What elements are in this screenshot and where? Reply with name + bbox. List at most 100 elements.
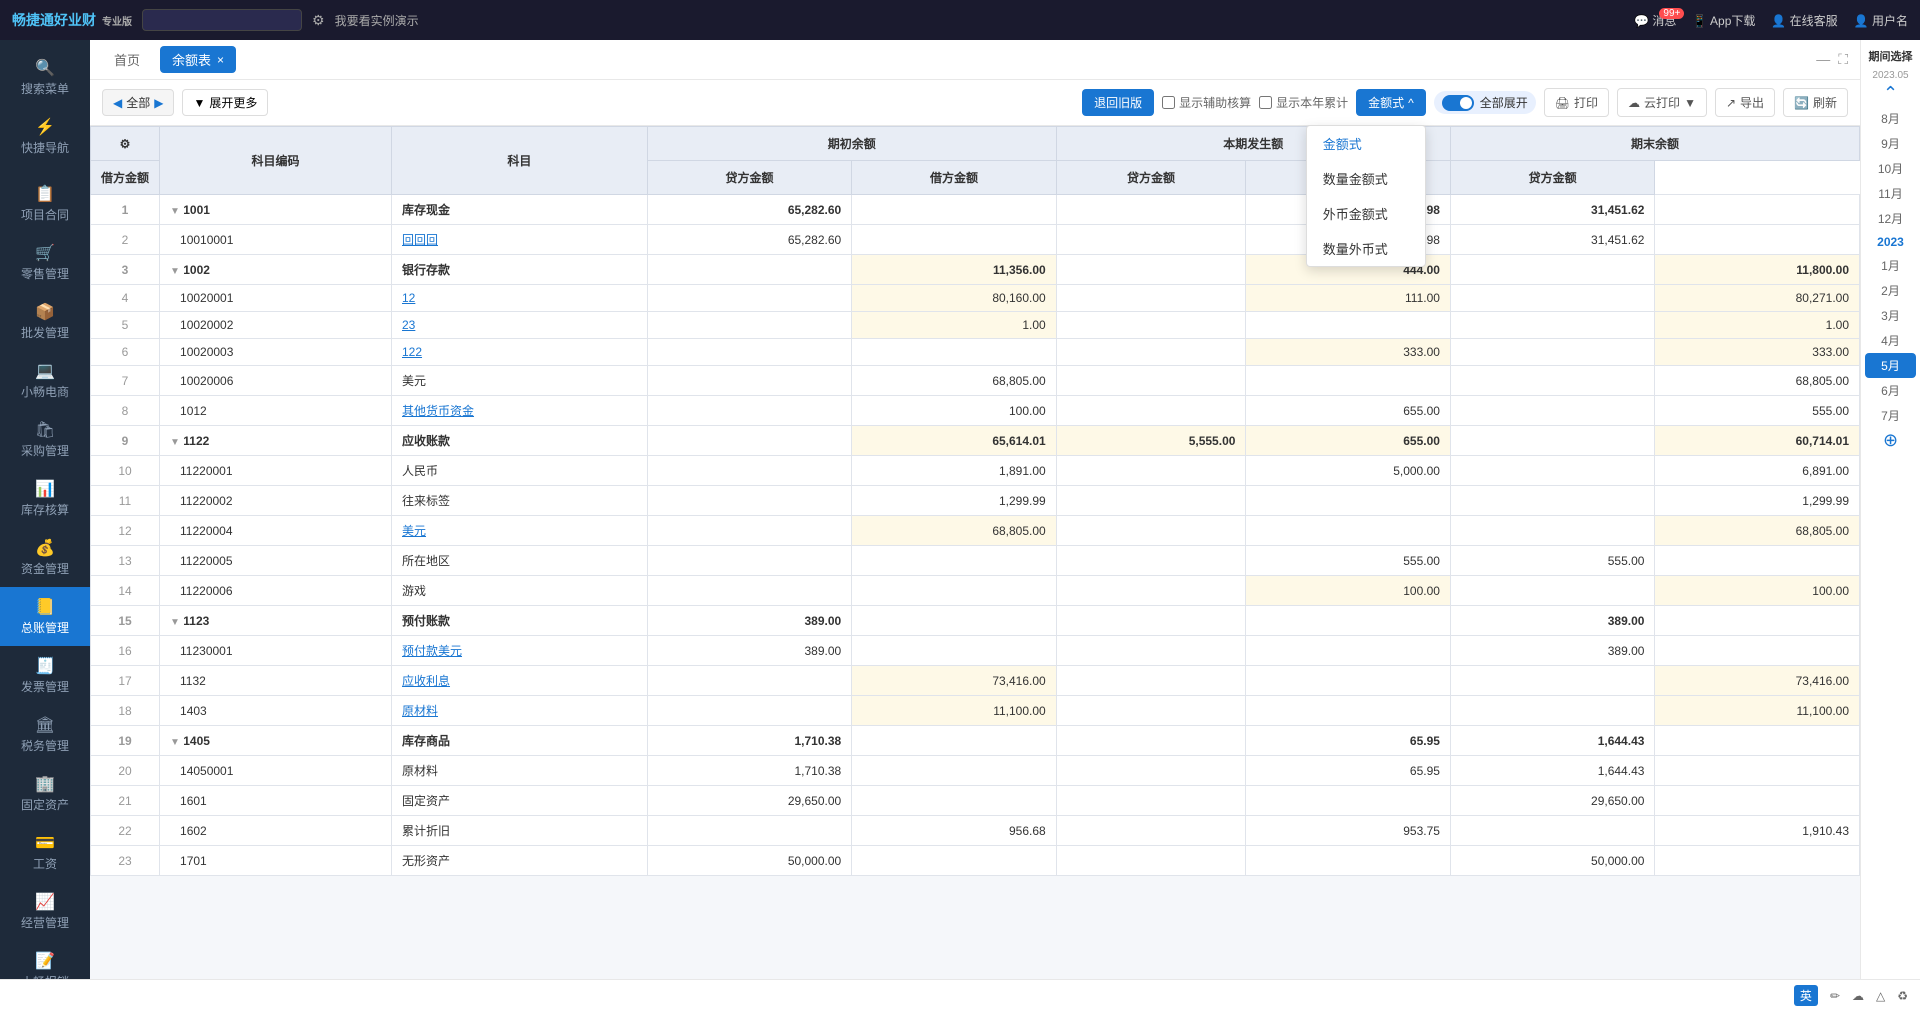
period-month-item[interactable]: 8月 — [1865, 106, 1916, 131]
toggle-switch[interactable] — [1442, 95, 1474, 111]
cell-name[interactable]: 预付款美元 — [392, 636, 648, 666]
cell-row-number: 13 — [91, 546, 160, 576]
account-link[interactable]: 23 — [402, 318, 415, 332]
table-settings-icon[interactable]: ⚙ — [120, 137, 131, 151]
period-month-item[interactable]: 1月 — [1865, 253, 1916, 278]
cell-name[interactable]: 应收利息 — [392, 666, 648, 696]
sidebar-item-search[interactable]: 🔍 搜索菜单 — [0, 48, 90, 107]
online-service-btn[interactable]: 👤 在线客服 — [1771, 12, 1837, 29]
minimize-icon[interactable]: — — [1816, 51, 1830, 68]
view-mode-btn[interactable]: 金额式 ^ — [1356, 89, 1426, 116]
app-logo: 畅捷通好业财 专业版 — [12, 10, 132, 30]
cell-name[interactable]: 原材料 — [392, 696, 648, 726]
account-link[interactable]: 其他货币资金 — [402, 404, 474, 418]
period-month-item[interactable]: 12月 — [1865, 206, 1916, 231]
view-mode-amount[interactable]: 金额式 — [1307, 126, 1425, 161]
cell-code: 11220002 — [160, 486, 392, 516]
lang-switcher[interactable]: 英 — [1794, 985, 1818, 1006]
account-link[interactable]: 12 — [402, 291, 415, 305]
cell-curr-debit — [1056, 486, 1246, 516]
breadcrumb-back-icon[interactable]: ◀ — [113, 96, 122, 110]
return-old-btn[interactable]: 退回旧版 — [1082, 89, 1154, 116]
expand-more-btn[interactable]: ▼ 展开更多 — [182, 89, 268, 116]
period-up-icon[interactable]: ⌃ — [1883, 83, 1898, 104]
sidebar-item-salary[interactable]: 💳 工资 — [0, 823, 90, 882]
bottom-icon-2[interactable]: ☁ — [1852, 989, 1864, 1003]
period-opening-header: 期初余额 — [647, 127, 1056, 161]
top-search-input[interactable] — [142, 9, 302, 31]
view-mode-qty-foreign[interactable]: 数量外币式 — [1307, 231, 1425, 266]
cell-name[interactable]: 回回回 — [392, 225, 648, 255]
message-badge[interactable]: 💬 消息 99+ — [1634, 12, 1676, 29]
period-month-item[interactable]: 2023 — [1865, 231, 1916, 253]
sidebar-item-reimbursement[interactable]: 📝 小畅报销 — [0, 941, 90, 979]
period-month-item[interactable]: 3月 — [1865, 303, 1916, 328]
cell-name[interactable]: 12 — [392, 285, 648, 312]
expand-all-toggle[interactable]: 全部展开 — [1434, 91, 1536, 114]
tab-home[interactable]: 首页 — [102, 50, 152, 69]
sidebar-item-invoice[interactable]: 🧾 发票管理 — [0, 646, 90, 705]
sidebar-item-wholesale[interactable]: 📦 批发管理 — [0, 292, 90, 351]
account-link[interactable]: 预付款美元 — [402, 644, 462, 658]
cloud-print-btn[interactable]: ☁ 云打印 ▼ — [1617, 88, 1707, 117]
account-link[interactable]: 原材料 — [402, 704, 438, 718]
cell-end-credit: 6,891.00 — [1655, 456, 1860, 486]
period-month-item[interactable]: 10月 — [1865, 156, 1916, 181]
sidebar-item-operations[interactable]: 📈 经营管理 — [0, 882, 90, 941]
account-link[interactable]: 美元 — [402, 524, 426, 538]
cell-end-credit — [1655, 546, 1860, 576]
refresh-btn[interactable]: 🔄 刷新 — [1783, 88, 1848, 117]
sidebar-item-tax[interactable]: 🏛 税务管理 — [0, 705, 90, 764]
cell-name: 人民币 — [392, 456, 648, 486]
sidebar-item-ledger[interactable]: 📒 总账管理 — [0, 587, 90, 646]
bottom-icon-1[interactable]: ✏ — [1830, 989, 1840, 1003]
period-month-item[interactable]: 4月 — [1865, 328, 1916, 353]
breadcrumb-forward-icon[interactable]: ▶ — [154, 96, 163, 110]
period-month-item[interactable]: 6月 — [1865, 378, 1916, 403]
bottom-icon-4[interactable]: ♻ — [1897, 989, 1908, 1003]
demo-link[interactable]: 我要看实例演示 — [335, 12, 419, 29]
period-month-item[interactable]: 9月 — [1865, 131, 1916, 156]
sidebar-item-retail[interactable]: 🛒 零售管理 — [0, 233, 90, 292]
tab-balance[interactable]: 余额表 × — [160, 46, 236, 73]
sidebar-item-inventory[interactable]: 📊 库存核算 — [0, 469, 90, 528]
cell-name[interactable]: 美元 — [392, 516, 648, 546]
view-mode-qty-amount[interactable]: 数量金额式 — [1307, 161, 1425, 196]
cell-curr-credit: 655.00 — [1246, 426, 1451, 456]
table-row: 19▼ 1405库存商品1,710.3865.951,644.43 — [91, 726, 1860, 756]
user-avatar[interactable]: 👤 用户名 — [1854, 12, 1908, 29]
tab-close-icon[interactable]: × — [217, 53, 224, 67]
bottom-icon-3[interactable]: △ — [1876, 989, 1885, 1003]
account-link[interactable]: 回回回 — [402, 233, 438, 247]
app-download-btn[interactable]: 📱 App下载 — [1692, 12, 1755, 29]
settings-icon[interactable]: ⚙ — [312, 12, 325, 29]
cell-end-debit — [1450, 396, 1655, 426]
show-aux-checkbox[interactable]: 显示辅助核算 — [1162, 94, 1251, 111]
period-month-item[interactable]: 7月 — [1865, 403, 1916, 428]
sidebar-item-ecommerce[interactable]: 💻 小畅电商 — [0, 351, 90, 410]
print-btn[interactable]: 🖨 打印 — [1544, 88, 1609, 117]
sidebar-item-purchase[interactable]: 🛍 采购管理 — [0, 410, 90, 469]
account-link[interactable]: 122 — [402, 345, 422, 359]
show-ytd-checkbox[interactable]: 显示本年累计 — [1259, 94, 1348, 111]
sidebar-item-assets[interactable]: 🏢 固定资产 — [0, 764, 90, 823]
cell-name[interactable]: 其他货币资金 — [392, 396, 648, 426]
cell-end-debit — [1450, 456, 1655, 486]
export-btn[interactable]: ↗ 导出 — [1715, 88, 1775, 117]
cell-name[interactable]: 23 — [392, 312, 648, 339]
period-month-item[interactable]: 11月 — [1865, 181, 1916, 206]
col-settings-header[interactable]: ⚙ — [91, 127, 160, 161]
cell-open-credit: 68,805.00 — [852, 516, 1057, 546]
period-month-item[interactable]: 2月 — [1865, 278, 1916, 303]
period-expand-icon[interactable]: ⊕ — [1883, 430, 1898, 451]
period-month-item[interactable]: 5月 — [1865, 353, 1916, 378]
cell-name[interactable]: 122 — [392, 339, 648, 366]
sidebar-item-finance[interactable]: 💰 资金管理 — [0, 528, 90, 587]
maximize-icon[interactable]: ⛶ — [1838, 51, 1848, 68]
cell-code: 11220004 — [160, 516, 392, 546]
sidebar-item-project[interactable]: 📋 项目合同 — [0, 174, 90, 233]
view-mode-foreign-amount[interactable]: 外币金额式 — [1307, 196, 1425, 231]
account-link[interactable]: 应收利息 — [402, 674, 450, 688]
finance-icon: 💰 — [4, 538, 86, 558]
sidebar-item-quicknav[interactable]: ⚡ 快捷导航 — [0, 107, 90, 166]
